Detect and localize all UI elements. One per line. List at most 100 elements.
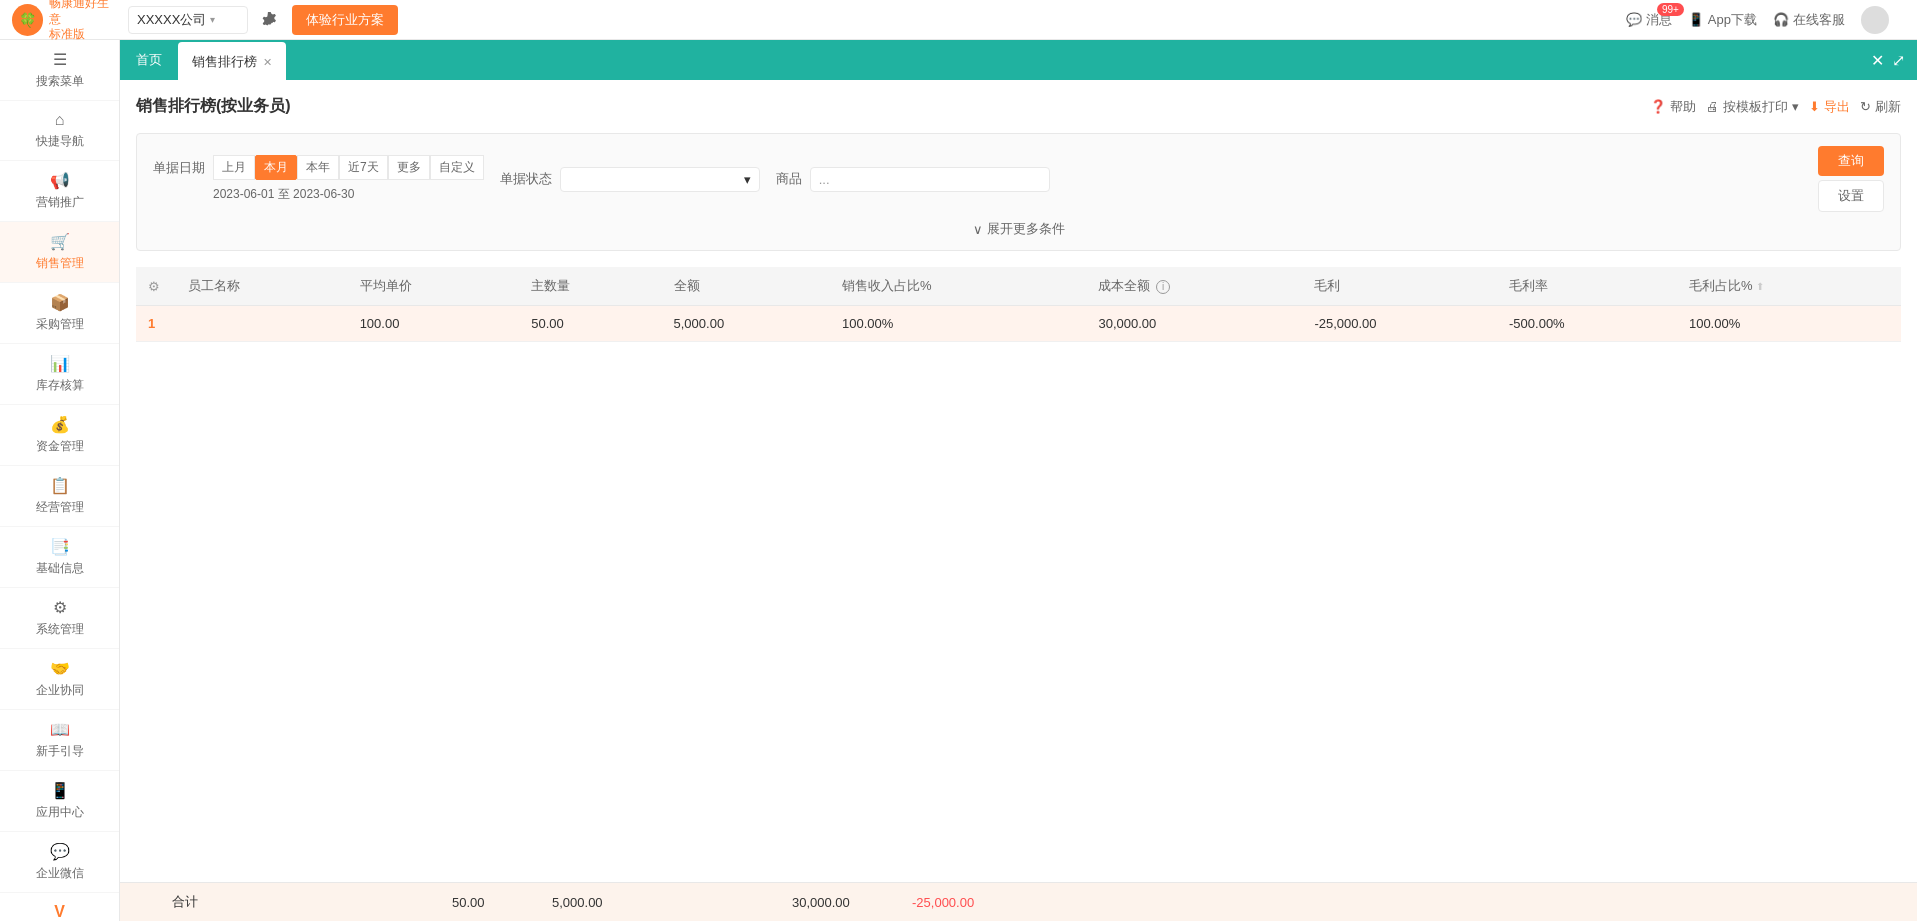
filter-area: 单据日期 上月 本月 本年 近7天 更多 自定义 20 — [136, 133, 1901, 251]
sidebar-item-finance[interactable]: 💰 资金管理 — [0, 405, 119, 466]
page-header: 销售排行榜(按业务员) ❓ 帮助 🖨 按模板打印 ▾ ⬇ — [136, 96, 1901, 117]
th-cost-amount: 成本全额 i — [1086, 267, 1302, 306]
beginner-icon: 📖 — [50, 720, 70, 739]
table-header: ⚙ 员工名称 平均单价 主数量 全额 销售收入占比% 成本全额 i — [136, 267, 1901, 306]
sidebar-item-label: 企业协同 — [36, 682, 84, 699]
page-title: 销售排行榜(按业务员) — [136, 96, 291, 117]
goods-placeholder: ... — [819, 172, 830, 187]
notification-button[interactable]: 💬 消息 99+ — [1626, 11, 1672, 29]
date-btn-7days[interactable]: 近7天 — [339, 155, 388, 180]
message-icon: 💬 — [1626, 12, 1642, 27]
date-buttons: 上月 本月 本年 近7天 更多 自定义 — [213, 155, 484, 180]
trial-button[interactable]: 体验行业方案 — [292, 5, 398, 35]
wechat-icon: 💬 — [50, 842, 70, 861]
sidebar-item-label: 企业微信 — [36, 865, 84, 882]
status-select[interactable]: ▾ — [560, 167, 760, 192]
top-right-actions: 💬 消息 99+ 📱 App下载 🎧 在线客服 — [1626, 6, 1905, 34]
sidebar-item-enterprise-wechat[interactable]: 💬 企业微信 — [0, 832, 119, 893]
sidebar-item-app-center[interactable]: 📱 应用中心 — [0, 771, 119, 832]
cell-avg-price: 100.00 — [348, 306, 520, 342]
set-button[interactable]: 设置 — [1818, 180, 1884, 212]
date-filter-group: 单据日期 上月 本月 本年 近7天 更多 自定义 20 — [153, 155, 484, 203]
sidebar-item-label: 采购管理 — [36, 316, 84, 333]
export-button[interactable]: ⬇ 导出 — [1809, 98, 1850, 116]
app-download-button[interactable]: 📱 App下载 — [1688, 11, 1757, 29]
sidebar-item-label: 应用中心 — [36, 804, 84, 821]
notification-badge: 99+ — [1657, 3, 1684, 16]
sidebar-item-vip[interactable]: V 畅会员 — [0, 893, 119, 921]
th-sales-pct: 销售收入占比% — [830, 267, 1086, 306]
cell-rank: 1 — [136, 306, 176, 342]
tab-home[interactable]: 首页 — [120, 40, 178, 80]
sidebar-item-label: 经营管理 — [36, 499, 84, 516]
date-btn-current-month[interactable]: 本月 — [255, 155, 297, 180]
tab-maximize-button[interactable]: ⤢ — [1892, 51, 1905, 70]
chevron-down-icon: ▾ — [210, 14, 215, 25]
search-order-icon: ☰ — [53, 50, 67, 69]
tab-close-icon[interactable]: ✕ — [263, 56, 272, 69]
sidebar-item-system-mgmt[interactable]: ⚙ 系统管理 — [0, 588, 119, 649]
date-btn-last-month[interactable]: 上月 — [213, 155, 255, 180]
app-logo: 🍀 畅康通好生意 标准版 — [12, 0, 120, 43]
date-btn-more[interactable]: 更多 — [388, 155, 430, 180]
date-range-display: 2023-06-01 至 2023-06-30 — [213, 186, 484, 203]
th-main-qty: 主数量 — [519, 267, 661, 306]
table-footer: 合计 50.00 5,000.00 30,000.00 -25,000.00 — [120, 882, 1917, 921]
sidebar-item-marketing[interactable]: 📢 营销推广 — [0, 161, 119, 222]
table-row: 1 100.00 50.00 5,000.00 100.00% 30,000.0… — [136, 306, 1901, 342]
quick-nav-icon: ⌂ — [55, 111, 65, 129]
date-filter-block: 上月 本月 本年 近7天 更多 自定义 2023-06-01 至 2023-06… — [213, 155, 484, 203]
sidebar-item-inventory[interactable]: 📊 库存核算 — [0, 344, 119, 405]
sidebar-item-label: 系统管理 — [36, 621, 84, 638]
user-avatar[interactable] — [1861, 6, 1889, 34]
export-icon: ⬇ — [1809, 99, 1820, 114]
tab-minimize-button[interactable]: ✕ — [1871, 51, 1884, 70]
main-area: ☰ 搜索菜单 ⌂ 快捷导航 📢 营销推广 🛒 销售管理 📦 采购管理 📊 库 — [0, 40, 1917, 921]
goods-filter-group: 商品 ... — [776, 167, 1050, 192]
template-print-button[interactable]: 🖨 按模板打印 ▾ — [1706, 98, 1799, 116]
sales-icon: 🛒 — [50, 232, 70, 251]
system-icon: ⚙ — [53, 598, 67, 617]
sidebar-item-operations[interactable]: 📋 经营管理 — [0, 466, 119, 527]
top-bar: 🍀 畅康通好生意 标准版 XXXXX公司 ▾ 体验行业方案 💬 消息 99+ — [0, 0, 1917, 40]
company-name: XXXXX公司 — [137, 11, 206, 29]
date-btn-this-year[interactable]: 本年 — [297, 155, 339, 180]
refresh-button[interactable]: ↻ 刷新 — [1860, 98, 1901, 116]
logo-icon: 🍀 — [12, 4, 43, 36]
expand-button[interactable]: ∨ 展开更多条件 — [973, 220, 1065, 238]
sidebar-item-purchase-mgmt[interactable]: 📦 采购管理 — [0, 283, 119, 344]
expand-icon: ∨ — [973, 222, 983, 237]
headset-icon: 🎧 — [1773, 12, 1789, 27]
sidebar-item-search-order[interactable]: ☰ 搜索菜单 — [0, 40, 119, 101]
sidebar-item-label: 新手引导 — [36, 743, 84, 760]
column-settings-icon[interactable]: ⚙ — [148, 279, 160, 294]
sidebar-item-basic-info[interactable]: 📑 基础信息 — [0, 527, 119, 588]
sidebar-item-quick-nav[interactable]: ⌂ 快捷导航 — [0, 101, 119, 161]
help-button[interactable]: ❓ 帮助 — [1650, 98, 1696, 116]
help-icon: ❓ — [1650, 99, 1666, 114]
sidebar-item-beginner[interactable]: 📖 新手引导 — [0, 710, 119, 771]
goods-input[interactable]: ... — [810, 167, 1050, 192]
tab-sales-ranking[interactable]: 销售排行榜 ✕ — [178, 42, 286, 82]
table-body: 1 100.00 50.00 5,000.00 100.00% 30,000.0… — [136, 306, 1901, 342]
cell-gross-pct: 100.00% — [1677, 306, 1901, 342]
refresh-icon: ↻ — [1860, 99, 1871, 114]
sidebar-item-enterprise-collab[interactable]: 🤝 企业协同 — [0, 649, 119, 710]
query-button[interactable]: 查询 — [1818, 146, 1884, 176]
gross-pct-sort-icon[interactable]: ⬆ — [1756, 281, 1764, 292]
cell-cost-amount: 30,000.00 — [1086, 306, 1302, 342]
app-container: 🍀 畅康通好生意 标准版 XXXXX公司 ▾ 体验行业方案 💬 消息 99+ — [0, 0, 1917, 921]
th-name: 员工名称 — [176, 267, 348, 306]
sidebar-item-label: 库存核算 — [36, 377, 84, 394]
online-service-button[interactable]: 🎧 在线客服 — [1773, 11, 1845, 29]
cost-amount-info-icon[interactable]: i — [1156, 280, 1170, 294]
cell-gross-rate: -500.00% — [1497, 306, 1677, 342]
mobile-icon: 📱 — [1688, 12, 1704, 27]
logo-text: 畅康通好生意 标准版 — [49, 0, 120, 43]
print-icon: 🖨 — [1706, 99, 1719, 114]
date-btn-custom[interactable]: 自定义 — [430, 155, 484, 180]
company-selector[interactable]: XXXXX公司 ▾ — [128, 6, 248, 34]
date-label: 单据日期 — [153, 155, 205, 177]
sidebar-item-sales-mgmt[interactable]: 🛒 销售管理 — [0, 222, 119, 283]
settings-icon-btn[interactable] — [256, 6, 284, 34]
